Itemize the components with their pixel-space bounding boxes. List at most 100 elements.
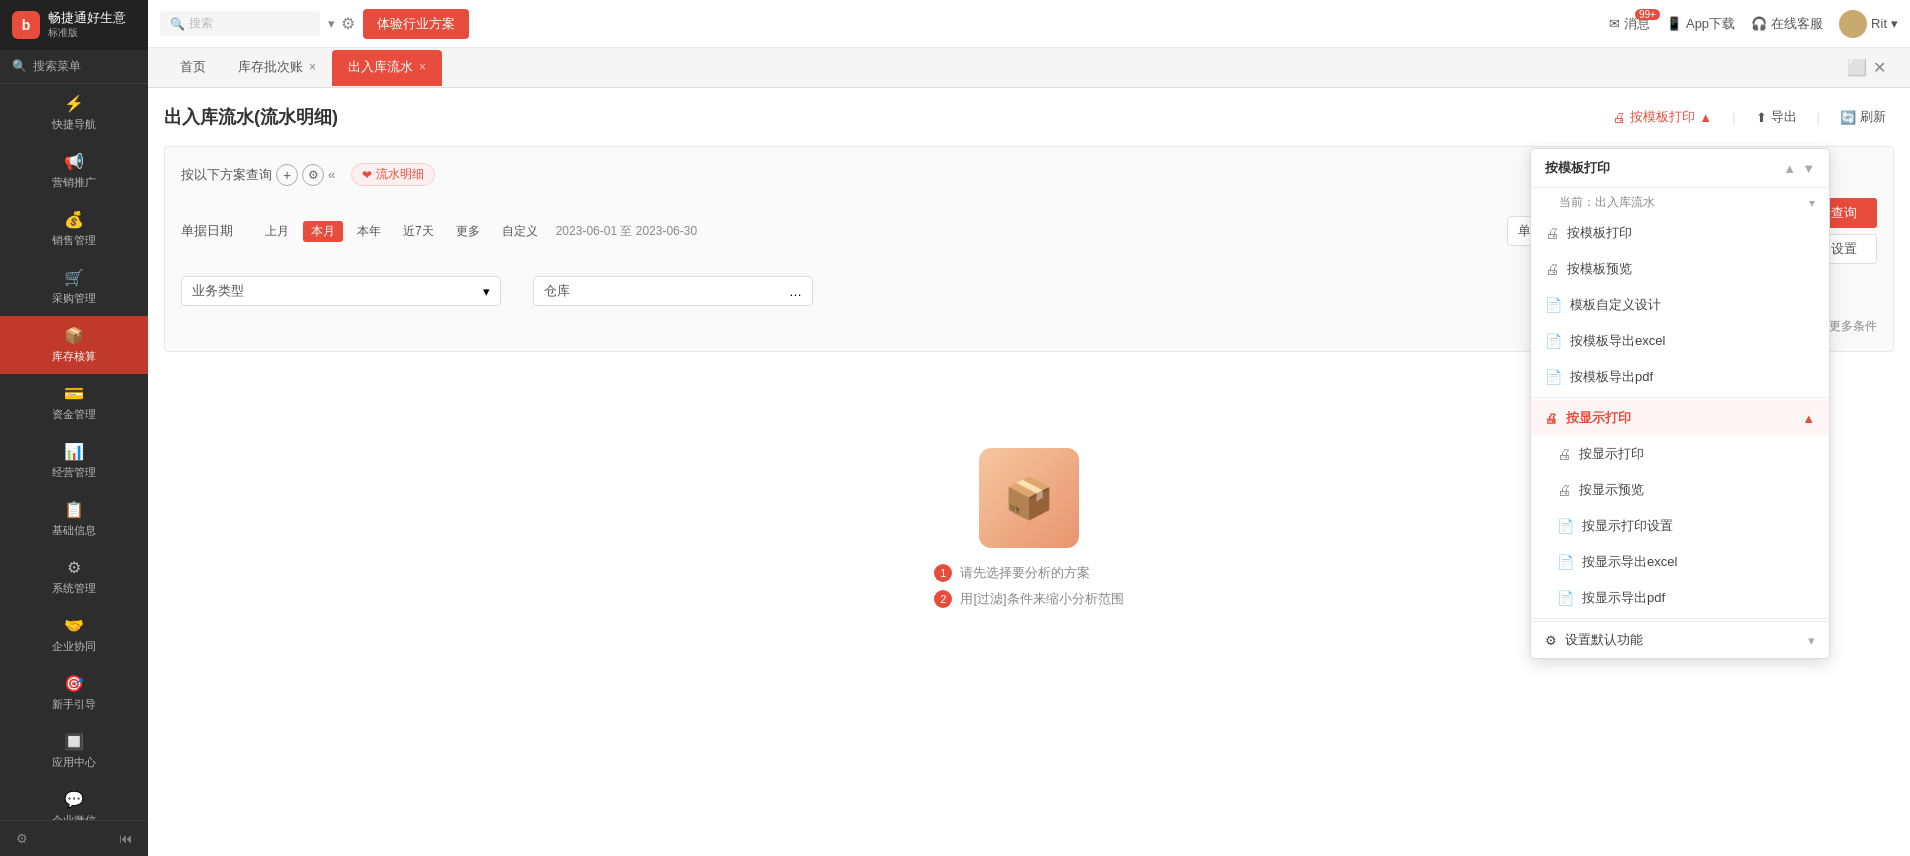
online-service-link[interactable]: 🎧 在线客服 bbox=[1751, 15, 1823, 33]
current-label-text: 当前：出入库流水 bbox=[1559, 194, 1655, 211]
empty-step-2: 2 用[过滤]条件来缩小分析范围 bbox=[934, 590, 1123, 608]
date-opt-last-month[interactable]: 上月 bbox=[257, 221, 297, 242]
user-avatar-img bbox=[1839, 10, 1867, 38]
dropdown-template-preview[interactable]: 🖨 按模板预览 bbox=[1531, 251, 1829, 287]
step-1-text: 请先选择要分析的方案 bbox=[960, 564, 1090, 582]
print-btn-label: 按模板打印 bbox=[1630, 108, 1695, 126]
sidebar-item-label: 新手引导 bbox=[52, 697, 96, 712]
finance-icon: 💳 bbox=[64, 384, 84, 403]
date-opt-this-year[interactable]: 本年 bbox=[349, 221, 389, 242]
filter-tag-icon: ❤ bbox=[362, 168, 372, 182]
template-pdf-label: 按模板导出pdf bbox=[1570, 368, 1653, 386]
current-label-arrow[interactable]: ▾ bbox=[1809, 196, 1815, 210]
sidebar-item-ops[interactable]: 📊 经营管理 bbox=[0, 432, 148, 490]
sidebar-item-purchase[interactable]: 🛒 采购管理 bbox=[0, 258, 148, 316]
app-download-link[interactable]: 📱 App下载 bbox=[1666, 15, 1735, 33]
display-print-label: 按显示打印 bbox=[1579, 445, 1644, 463]
biz-type-select[interactable]: 业务类型 ▾ bbox=[181, 276, 501, 306]
print-dropdown-panel: 按模板打印 ▲ ▼ 当前：出入库流水 ▾ 🖨 按模板打印 🖨 按模板预览 bbox=[1530, 148, 1830, 659]
sidebar-item-inventory[interactable]: 📦 库存核算 bbox=[0, 316, 148, 374]
sidebar-item-sales[interactable]: 💰 销售管理 bbox=[0, 200, 148, 258]
template-custom-label: 模板自定义设计 bbox=[1570, 296, 1661, 314]
topbar-right: ✉ 消息 99+ 📱 App下载 🎧 在线客服 Rit ▾ bbox=[1609, 10, 1898, 38]
footer-arrow[interactable]: ▾ bbox=[1808, 633, 1815, 648]
message-badge[interactable]: ✉ 消息 99+ bbox=[1609, 15, 1650, 33]
ops-icon: 📊 bbox=[64, 442, 84, 461]
sidebar-item-system[interactable]: ⚙ 系统管理 bbox=[0, 548, 148, 606]
sidebar-search[interactable]: 🔍 搜索菜单 bbox=[0, 50, 148, 84]
sidebar-item-finance[interactable]: 💳 资金管理 bbox=[0, 374, 148, 432]
page-content: 出入库流水(流水明细) 🖨 按模板打印 ▲ | ⬆ 导出 | 🔄 bbox=[148, 88, 1910, 856]
tab-flow-close[interactable]: × bbox=[419, 60, 426, 74]
industry-solution-button[interactable]: 体验行业方案 bbox=[363, 9, 469, 39]
dropdown-scroll-up[interactable]: ▲ bbox=[1783, 161, 1796, 176]
biz-type-dropdown-icon[interactable]: ▾ bbox=[483, 284, 490, 299]
dropdown-display-print-section[interactable]: 🖨 按显示打印 ▲ bbox=[1531, 400, 1829, 436]
dropdown-template-custom[interactable]: 📄 模板自定义设计 bbox=[1531, 287, 1829, 323]
refresh-button[interactable]: 🔄 刷新 bbox=[1832, 104, 1894, 130]
filter-settings-button[interactable]: ⚙ bbox=[302, 164, 324, 186]
sidebar-item-label: 企业微信 bbox=[52, 813, 96, 820]
export-button[interactable]: ⬆ 导出 bbox=[1748, 104, 1805, 130]
sidebar-item-label: 销售管理 bbox=[52, 233, 96, 248]
empty-state-icon: 📦 bbox=[979, 448, 1079, 548]
dropdown-display-excel[interactable]: 📄 按显示导出excel bbox=[1531, 544, 1829, 580]
dropdown-template-excel[interactable]: 📄 按模板导出excel bbox=[1531, 323, 1829, 359]
filter-add-button[interactable]: + bbox=[276, 164, 298, 186]
main-wrapper: 🔍 搜索 ▾ ⚙ 体验行业方案 ✉ 消息 99+ 📱 App下载 🎧 在线客服 bbox=[148, 0, 1910, 856]
template-pdf-icon: 📄 bbox=[1545, 369, 1562, 385]
topbar: 🔍 搜索 ▾ ⚙ 体验行业方案 ✉ 消息 99+ 📱 App下载 🎧 在线客服 bbox=[148, 0, 1910, 48]
tab-batch-account-close[interactable]: × bbox=[309, 60, 316, 74]
collapse-icon[interactable]: ⏮ bbox=[119, 831, 132, 846]
date-opt-7days[interactable]: 近7天 bbox=[395, 221, 442, 242]
dropdown-display-pdf[interactable]: 📄 按显示导出pdf bbox=[1531, 580, 1829, 616]
dropdown-template-print[interactable]: 🖨 按模板打印 bbox=[1531, 215, 1829, 251]
tab-home[interactable]: 首页 bbox=[164, 50, 222, 86]
warehouse-more-icon[interactable]: … bbox=[789, 284, 802, 299]
dropdown-template-pdf[interactable]: 📄 按模板导出pdf bbox=[1531, 359, 1829, 395]
footer-icon: ⚙ bbox=[1545, 633, 1557, 648]
filter-biz-label: 业务类型 bbox=[192, 282, 244, 300]
dropdown-title: 按模板打印 bbox=[1545, 159, 1610, 177]
print-template-button[interactable]: 🖨 按模板打印 ▲ bbox=[1605, 104, 1720, 130]
dropdown-footer[interactable]: ⚙ 设置默认功能 ▾ bbox=[1531, 621, 1829, 658]
user-avatar[interactable]: Rit ▾ bbox=[1839, 10, 1898, 38]
display-print-section-label: 按显示打印 bbox=[1566, 409, 1631, 427]
dropdown-scroll-down[interactable]: ▼ bbox=[1802, 161, 1815, 176]
sidebar-item-wechat[interactable]: 💬 企业微信 bbox=[0, 780, 148, 820]
tab-batch-account[interactable]: 库存批次账 × bbox=[222, 50, 332, 86]
topbar-search-box[interactable]: 🔍 搜索 bbox=[160, 11, 320, 36]
system-icon: ⚙ bbox=[67, 558, 81, 577]
topbar-gear-icon[interactable]: ⚙ bbox=[341, 14, 355, 33]
print-dropdown-arrow[interactable]: ▲ bbox=[1699, 110, 1712, 125]
tab-maximize-icon[interactable]: ⬜ bbox=[1847, 58, 1867, 77]
dropdown-display-print[interactable]: 🖨 按显示打印 bbox=[1531, 436, 1829, 472]
dropdown-arrow-icon[interactable]: ▾ bbox=[328, 16, 335, 31]
sidebar-item-marketing[interactable]: 📢 营销推广 bbox=[0, 142, 148, 200]
tab-flow[interactable]: 出入库流水 × bbox=[332, 50, 442, 86]
topbar-controls: ▾ ⚙ bbox=[328, 14, 355, 33]
tab-close-panel-icon[interactable]: ✕ bbox=[1873, 58, 1886, 77]
date-range-display: 2023-06-01 至 2023-06-30 bbox=[556, 223, 697, 240]
sidebar-item-coop[interactable]: 🤝 企业协同 bbox=[0, 606, 148, 664]
sidebar-item-quick-nav[interactable]: ⚡ 快捷导航 bbox=[0, 84, 148, 142]
warehouse-select[interactable]: 仓库 … bbox=[533, 276, 813, 306]
sidebar-item-guide[interactable]: 🎯 新手引导 bbox=[0, 664, 148, 722]
sidebar-item-label: 营销推广 bbox=[52, 175, 96, 190]
filter-collapse-left-icon[interactable]: « bbox=[328, 167, 335, 182]
step-2-num: 2 bbox=[934, 590, 952, 608]
date-opt-custom[interactable]: 自定义 bbox=[494, 221, 546, 242]
sidebar-item-basic[interactable]: 📋 基础信息 bbox=[0, 490, 148, 548]
display-print-section-arrow[interactable]: ▲ bbox=[1802, 411, 1815, 426]
sidebar-item-apps[interactable]: 🔲 应用中心 bbox=[0, 722, 148, 780]
dropdown-display-print-settings[interactable]: 📄 按显示打印设置 bbox=[1531, 508, 1829, 544]
sidebar: b 畅捷通好生意 标准版 🔍 搜索菜单 ⚡ 快捷导航 📢 营销推广 💰 销售管理… bbox=[0, 0, 148, 856]
date-opt-this-month[interactable]: 本月 bbox=[303, 221, 343, 242]
sidebar-item-label: 基础信息 bbox=[52, 523, 96, 538]
export-btn-label: 导出 bbox=[1771, 108, 1797, 126]
settings-icon[interactable]: ⚙ bbox=[16, 831, 28, 846]
dropdown-display-preview[interactable]: 🖨 按显示预览 bbox=[1531, 472, 1829, 508]
search-icon: 🔍 bbox=[12, 59, 27, 73]
date-opt-more[interactable]: 更多 bbox=[448, 221, 488, 242]
page-header: 出入库流水(流水明细) 🖨 按模板打印 ▲ | ⬆ 导出 | 🔄 bbox=[164, 104, 1894, 130]
